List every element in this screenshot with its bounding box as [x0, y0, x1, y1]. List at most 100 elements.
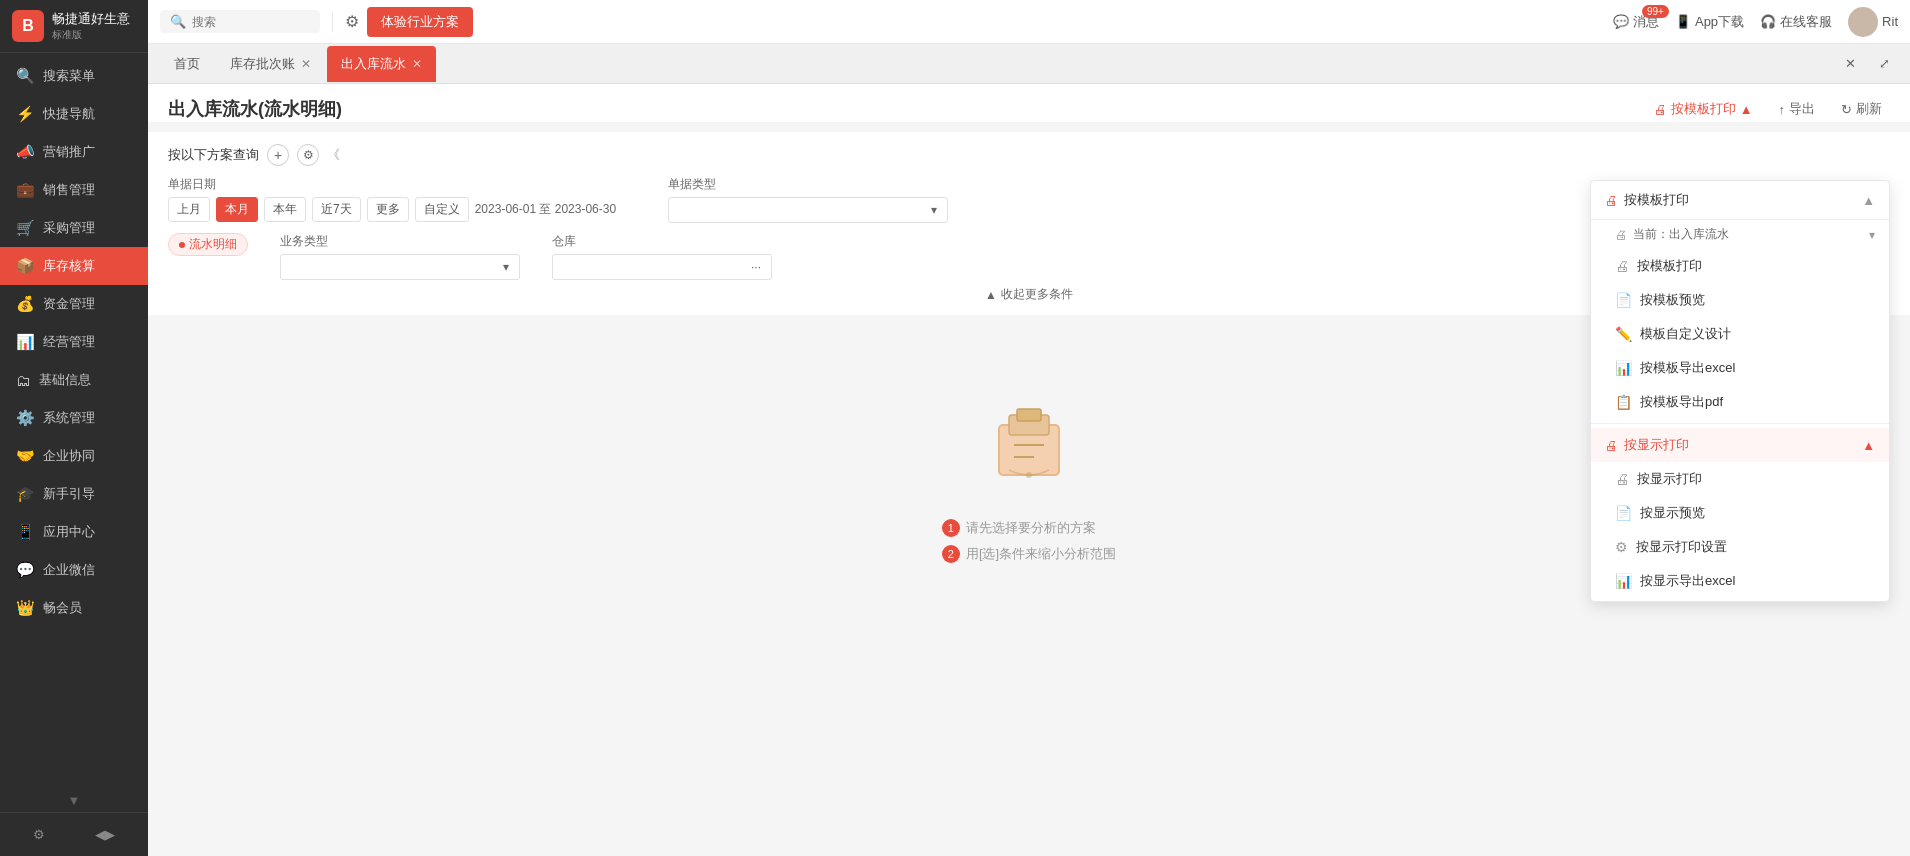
expand-tab-btn[interactable]: ⤢ — [1870, 50, 1898, 78]
topbar-message[interactable]: 💬 消息 99+ — [1613, 13, 1659, 31]
search-input[interactable] — [192, 15, 310, 29]
trial-industry-button[interactable]: 体验行业方案 — [367, 7, 473, 37]
template-print-btn[interactable]: 🖨 按模板打印 ▲ — [1646, 96, 1761, 122]
tag-label: 流水明细 — [189, 236, 237, 253]
tab-flow-close-icon[interactable]: ✕ — [412, 57, 422, 71]
dropdown-display-section-header[interactable]: 🖨 按显示打印 ▲ — [1591, 428, 1889, 462]
sidebar-item-label: 销售管理 — [43, 181, 95, 199]
empty-steps: 1 请先选择要分析的方案 2 用[选]条件来缩小分析范围 — [942, 515, 1116, 567]
date-current-month-btn[interactable]: 本月 — [216, 197, 258, 222]
date-current-year-btn[interactable]: 本年 — [264, 197, 306, 222]
sidebar-item-finance[interactable]: 💰 资金管理 — [0, 285, 148, 323]
display-preview-icon: 📄 — [1615, 505, 1632, 521]
topbar-online-service[interactable]: 🎧 在线客服 — [1760, 13, 1832, 31]
sidebar-item-enterprise[interactable]: 🤝 企业协同 — [0, 437, 148, 475]
filter-collapse-btn[interactable]: 《 — [327, 146, 340, 164]
app-download-label: App下载 — [1695, 13, 1744, 31]
sidebar-item-label: 基础信息 — [39, 371, 91, 389]
active-filter-tag[interactable]: 流水明细 — [168, 233, 248, 256]
sidebar-item-label: 库存核算 — [43, 257, 95, 275]
app-logo-icon: B — [12, 10, 44, 42]
sidebar-item-system[interactable]: ⚙️ 系统管理 — [0, 399, 148, 437]
sidebar-item-sales[interactable]: 💼 销售管理 — [0, 171, 148, 209]
dropdown-item-template-custom[interactable]: ✏️ 模板自定义设计 — [1591, 317, 1889, 351]
close-all-tab-btn[interactable]: ✕ — [1836, 50, 1864, 78]
sidebar-bottom: ⚙ ◀▶ — [0, 812, 148, 856]
excel-icon: 📊 — [1615, 360, 1632, 376]
tab-flow[interactable]: 出入库流水 ✕ — [327, 46, 436, 82]
lightning-icon: ⚡ — [16, 105, 35, 123]
sidebar-item-label: 畅会员 — [43, 599, 82, 617]
sidebar-scroll-down[interactable]: ▼ — [0, 789, 148, 812]
tab-batch[interactable]: 库存批次账 ✕ — [216, 46, 325, 82]
dropdown-item-display-export-pdf[interactable]: 📋 按显示导出pdf — [1591, 598, 1889, 601]
refresh-btn[interactable]: ↻ 刷新 — [1833, 96, 1890, 122]
current-label-icon: 🖨 — [1615, 228, 1627, 242]
speaker-icon: 📣 — [16, 143, 35, 161]
dropdown-item-template-export-pdf[interactable]: 📋 按模板导出pdf — [1591, 385, 1889, 419]
topbar-gear-icon[interactable]: ⚙ — [345, 12, 359, 31]
tab-batch-close-icon[interactable]: ✕ — [301, 57, 311, 71]
chevron-down3-icon: ▾ — [1869, 228, 1875, 242]
filter-add-btn[interactable]: + — [267, 144, 289, 166]
sidebar-item-wechat[interactable]: 💬 企业微信 — [0, 551, 148, 589]
dropdown-header: 🖨 按模板打印 ▲ — [1591, 181, 1889, 220]
date-prev-month-btn[interactable]: 上月 — [168, 197, 210, 222]
sidebar-item-operation[interactable]: 📊 经营管理 — [0, 323, 148, 361]
sidebar-item-shortcut[interactable]: ⚡ 快捷导航 — [0, 95, 148, 133]
sidebar-collapse-btn[interactable]: ◀▶ — [91, 823, 119, 846]
sidebar-item-label: 采购管理 — [43, 219, 95, 237]
message-badge: 99+ — [1642, 5, 1669, 18]
date-last7-btn[interactable]: 近7天 — [312, 197, 361, 222]
message-icon: 💬 — [1613, 14, 1629, 29]
sidebar-item-label: 搜索菜单 — [43, 67, 95, 85]
sidebar-item-newbie[interactable]: 🎓 新手引导 — [0, 475, 148, 513]
filter-warehouse-select[interactable]: ··· — [552, 254, 772, 280]
current-label-text: 当前：出入库流水 — [1633, 226, 1729, 243]
avatar — [1848, 7, 1878, 37]
filter-business-select[interactable]: ▾ — [280, 254, 520, 280]
template-preview-icon: 📄 — [1615, 292, 1632, 308]
sidebar-item-label: 新手引导 — [43, 485, 95, 503]
main-area: 🔍 ⚙ 体验行业方案 💬 消息 99+ 📱 App下载 🎧 在线客服 Rit — [148, 0, 1910, 856]
step-num-1: 1 — [942, 519, 960, 537]
sidebar-item-search[interactable]: 🔍 搜索菜单 — [0, 57, 148, 95]
filter-gear-btn[interactable]: ⚙ — [297, 144, 319, 166]
filter-doctype-select[interactable]: ▾ — [668, 197, 948, 223]
dropdown-item-template-preview[interactable]: 📄 按模板预览 — [1591, 283, 1889, 317]
dropdown-item-display-preview[interactable]: 📄 按显示预览 — [1591, 496, 1889, 530]
topbar-search-box[interactable]: 🔍 — [160, 10, 320, 33]
filter-item-warehouse: 仓库 ··· — [552, 233, 772, 280]
topbar-user[interactable]: Rit — [1848, 7, 1898, 37]
sidebar-item-member[interactable]: 👑 畅会员 — [0, 589, 148, 627]
tab-home[interactable]: 首页 — [160, 46, 214, 82]
content-area: 出入库流水(流水明细) 🖨 按模板打印 ▲ ↑ 导出 ↻ 刷新 — [148, 84, 1910, 856]
folder-icon: 🗂 — [16, 372, 31, 389]
dropdown-item-display-print[interactable]: 🖨 按显示打印 — [1591, 462, 1889, 496]
sidebar-item-marketing[interactable]: 📣 营销推广 — [0, 133, 148, 171]
dropdown-item-display-export-excel[interactable]: 📊 按显示导出excel — [1591, 564, 1889, 598]
sidebar-item-basic[interactable]: 🗂 基础信息 — [0, 361, 148, 399]
topbar: 🔍 ⚙ 体验行业方案 💬 消息 99+ 📱 App下载 🎧 在线客服 Rit — [148, 0, 1910, 44]
chevron-up4-icon: ▲ — [1862, 438, 1875, 453]
sidebar-item-label: 经营管理 — [43, 333, 95, 351]
date-more-btn[interactable]: 更多 — [367, 197, 409, 222]
dropdown-item-template-print[interactable]: 🖨 按模板打印 — [1591, 249, 1889, 283]
tab-flow-label: 出入库流水 — [341, 55, 406, 73]
template-custom-icon: ✏️ — [1615, 326, 1632, 342]
page-header: 出入库流水(流水明细) 🖨 按模板打印 ▲ ↑ 导出 ↻ 刷新 — [148, 84, 1910, 122]
sidebar-item-apps[interactable]: 📱 应用中心 — [0, 513, 148, 551]
dropdown-item-template-export-excel[interactable]: 📊 按模板导出excel — [1591, 351, 1889, 385]
sidebar-settings-btn[interactable]: ⚙ — [29, 823, 49, 846]
dropdown-item-display-print-settings[interactable]: ⚙ 按显示打印设置 — [1591, 530, 1889, 564]
collapse-more-label: 收起更多条件 — [1001, 286, 1073, 303]
sidebar-item-inventory[interactable]: 📦 库存核算 — [0, 247, 148, 285]
filter-item-active-tag: 流水明细 — [168, 233, 248, 256]
cart-icon: 🛒 — [16, 219, 35, 237]
date-custom-btn[interactable]: 自定义 — [415, 197, 469, 222]
topbar-app-download[interactable]: 📱 App下载 — [1675, 13, 1744, 31]
chat-icon: 💬 — [16, 561, 35, 579]
sidebar-item-purchase[interactable]: 🛒 采购管理 — [0, 209, 148, 247]
filter-item-doctype: 单据类型 ▾ — [668, 176, 948, 223]
export-btn[interactable]: ↑ 导出 — [1771, 96, 1824, 122]
